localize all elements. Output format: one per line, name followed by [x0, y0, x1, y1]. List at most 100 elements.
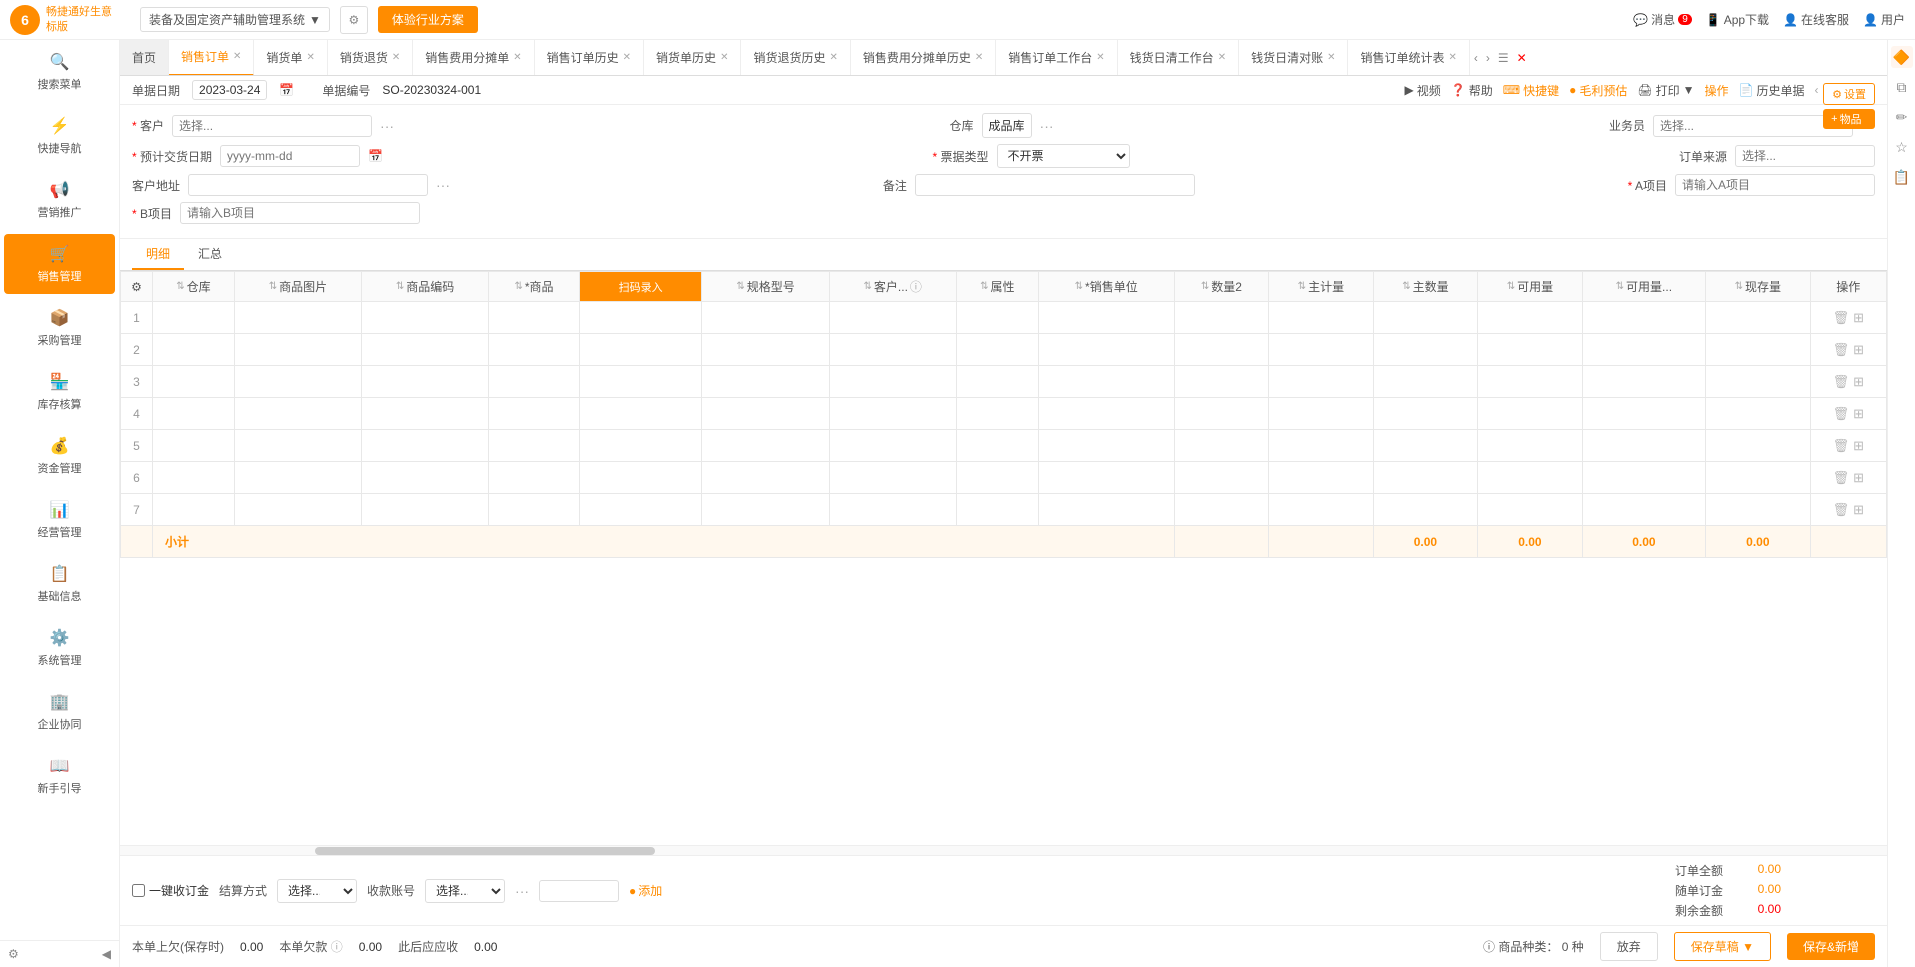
row-6-stock[interactable] [1706, 462, 1811, 494]
row-2-stock[interactable] [1706, 334, 1811, 366]
tab-more[interactable]: ☰ [1494, 51, 1513, 65]
tab-cash-daily[interactable]: 钱货日清工作台 ✕ [1118, 40, 1239, 76]
table-settings-icon[interactable]: ⚙ [131, 280, 142, 294]
tab-close-return-history[interactable]: ✕ [720, 52, 728, 63]
row-7-code[interactable] [362, 494, 489, 526]
detail-tab-huizong[interactable]: 汇总 [184, 239, 236, 270]
tab-prev[interactable]: ‹ [1470, 51, 1482, 65]
row-5-spec[interactable] [702, 430, 829, 462]
row-1-delete-icon[interactable]: 🗑 [1833, 310, 1850, 326]
one-click-checkbox[interactable] [132, 884, 145, 897]
sort-stock-icon[interactable]: ⇅ [1735, 281, 1743, 292]
a-project-input[interactable] [1675, 174, 1875, 196]
row-3-copy-icon[interactable]: ⊞ [1853, 374, 1864, 390]
profit-btn[interactable]: ● 毛利预估 [1569, 82, 1627, 99]
row-5-available[interactable] [1478, 430, 1583, 462]
row-6-goods[interactable] [489, 462, 580, 494]
row-5-warehouse[interactable] [153, 430, 235, 462]
row-4-main-qty[interactable] [1373, 398, 1478, 430]
row-5-scan[interactable] [579, 430, 702, 462]
row-4-code[interactable] [362, 398, 489, 430]
sort-attr-icon[interactable]: ⇅ [980, 281, 988, 292]
sidebar-item-guide[interactable]: 📖 新手引导 [4, 746, 115, 806]
tab-close-cash-reconcile[interactable]: ✕ [1327, 52, 1335, 63]
row-6-available[interactable] [1478, 462, 1583, 494]
right-icon-1[interactable]: 🔶 [1891, 46, 1913, 68]
row-1-stock[interactable] [1706, 302, 1811, 334]
row-7-unit[interactable] [1038, 494, 1174, 526]
tab-close-sales-order[interactable]: ✕ [233, 51, 241, 62]
row-5-main-qty[interactable] [1373, 430, 1478, 462]
sidebar-item-basic-info[interactable]: 📋 基础信息 [4, 554, 115, 614]
row-6-attr[interactable] [956, 462, 1038, 494]
right-icon-2[interactable]: ⧉ [1891, 76, 1913, 98]
row-6-code[interactable] [362, 462, 489, 494]
row-1-copy-icon[interactable]: ⊞ [1853, 310, 1864, 326]
row-5-copy-icon[interactable]: ⊞ [1853, 438, 1864, 454]
sidebar-item-sales[interactable]: 🛒 销售管理 [4, 234, 115, 294]
sidebar-item-enterprise[interactable]: 🏢 企业协同 [4, 682, 115, 742]
row-2-main-unit[interactable] [1269, 334, 1374, 366]
row-3-image[interactable] [234, 366, 361, 398]
row-2-unit[interactable] [1038, 334, 1174, 366]
row-6-scan[interactable] [579, 462, 702, 494]
row-6-available2[interactable] [1582, 462, 1705, 494]
tab-sales-workbench[interactable]: 销售订单工作台 ✕ [996, 40, 1117, 76]
customer-more-btn[interactable]: ··· [380, 118, 394, 134]
row-4-qty2[interactable] [1174, 398, 1268, 430]
sort-code-icon[interactable]: ⇅ [396, 281, 404, 292]
row-2-image[interactable] [234, 334, 361, 366]
tab-fee-split-history[interactable]: 销售费用分摊单历史 ✕ [851, 40, 996, 76]
row-2-code[interactable] [362, 334, 489, 366]
user-avatar[interactable]: 👤 用户 [1863, 11, 1905, 28]
col-scan[interactable]: 扫码录入 [579, 272, 702, 302]
b-project-input[interactable] [180, 202, 420, 224]
row-1-qty2[interactable] [1174, 302, 1268, 334]
row-3-scan[interactable] [579, 366, 702, 398]
shortcut-btn[interactable]: ⌨ 快捷键 [1503, 82, 1559, 99]
sidebar-item-search[interactable]: 🔍 搜索菜单 [4, 42, 115, 102]
row-1-unit[interactable] [1038, 302, 1174, 334]
tab-fee-split[interactable]: 销售费用分摊单 ✕ [413, 40, 534, 76]
row-7-cust-code[interactable] [829, 494, 956, 526]
tab-close-sales-workbench[interactable]: ✕ [1096, 52, 1104, 63]
row-7-available2[interactable] [1582, 494, 1705, 526]
sort-avail2-icon[interactable]: ⇅ [1616, 281, 1624, 292]
settings-btn[interactable]: ⚙ 设置 [1823, 83, 1875, 105]
sidebar-item-system[interactable]: ⚙️ 系统管理 [4, 618, 115, 678]
row-4-available[interactable] [1478, 398, 1583, 430]
tab-sales-return[interactable]: 销货单 ✕ [254, 40, 327, 76]
one-click-checkbox-label[interactable]: 一键收订金 [132, 882, 209, 899]
tab-close-return-goods[interactable]: ✕ [392, 52, 400, 63]
row-3-qty2[interactable] [1174, 366, 1268, 398]
row-4-copy-icon[interactable]: ⊞ [1853, 406, 1864, 422]
warehouse-more-btn[interactable]: ··· [1040, 118, 1054, 134]
date-value[interactable]: 2023-03-24 [192, 80, 267, 100]
row-1-main-unit[interactable] [1269, 302, 1374, 334]
app-download-btn[interactable]: 📱 App下载 [1706, 11, 1769, 28]
row-7-warehouse[interactable] [153, 494, 235, 526]
row-6-spec[interactable] [702, 462, 829, 494]
tab-close-sales-return[interactable]: ✕ [306, 52, 314, 63]
tab-close-sales-stats[interactable]: ✕ [1449, 52, 1457, 63]
help-btn[interactable]: ❓ 帮助 [1451, 82, 1493, 99]
row-2-copy-icon[interactable]: ⊞ [1853, 342, 1864, 358]
invoice-type-select[interactable]: 不开票 增值税普通发票 增值税专用发票 [997, 144, 1130, 168]
action-btn[interactable]: 操作 [1705, 82, 1729, 99]
save-draft-btn[interactable]: 保存草稿 ▼ [1674, 932, 1771, 961]
debit-info-icon[interactable]: ⓘ [331, 940, 343, 954]
row-2-delete-icon[interactable]: 🗑 [1833, 342, 1850, 358]
calendar-icon[interactable]: 📅 [279, 83, 294, 97]
order-source-input[interactable] [1735, 145, 1875, 167]
row-2-qty2[interactable] [1174, 334, 1268, 366]
tab-home[interactable]: 首页 [120, 40, 169, 76]
row-3-main-unit[interactable] [1269, 366, 1374, 398]
sort-avail-icon[interactable]: ⇅ [1507, 281, 1515, 292]
row-3-main-qty[interactable] [1373, 366, 1478, 398]
row-1-goods[interactable] [489, 302, 580, 334]
tab-return-history[interactable]: 销货单历史 ✕ [644, 40, 741, 76]
sort-image-icon[interactable]: ⇅ [269, 281, 277, 292]
sort-qty2-icon[interactable]: ⇅ [1201, 281, 1209, 292]
right-icon-4[interactable]: ☆ [1891, 136, 1913, 158]
history-btn[interactable]: 📄 历史单据 [1739, 82, 1805, 99]
